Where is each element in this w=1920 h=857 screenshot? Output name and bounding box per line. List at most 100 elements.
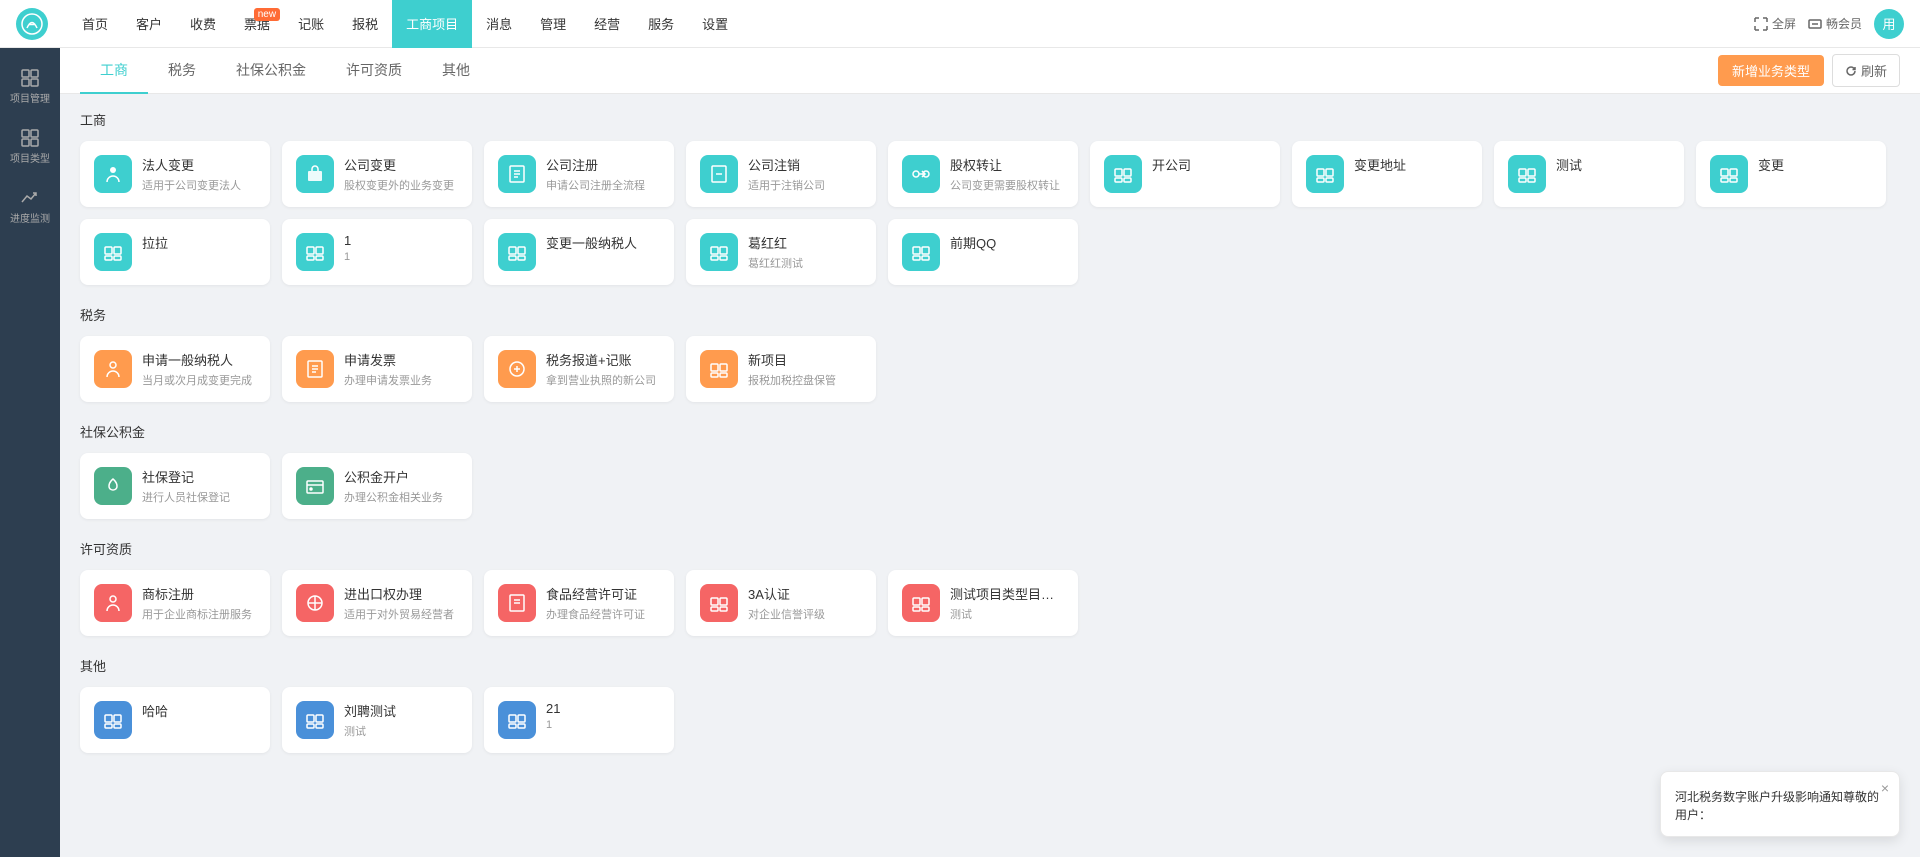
card-twentyone[interactable]: 21 1: [484, 687, 674, 753]
card-one[interactable]: 1 1: [282, 219, 472, 285]
nav-service[interactable]: 服务: [634, 0, 688, 48]
card-icon-twentyone: [498, 701, 536, 739]
card-icon-food-license: [498, 584, 536, 622]
card-icon-test-type: [902, 584, 940, 622]
tab-license[interactable]: 许可资质: [326, 48, 422, 94]
nav-operation[interactable]: 经营: [580, 0, 634, 48]
social-section: 社保公积金 社保登记 进行人员社保登记: [80, 422, 1900, 519]
card-info-legal-change: 法人变更 适用于公司变更法人: [142, 155, 256, 193]
card-name-change-tax: 变更一般纳税人: [546, 233, 660, 252]
card-liupeng-test[interactable]: 刘聘测试 测试: [282, 687, 472, 753]
other-card-grid: 哈哈 刘聘测试 测试: [80, 687, 1900, 753]
nav-manage[interactable]: 管理: [526, 0, 580, 48]
card-info-company-reg: 公司注册 申请公司注册全流程: [546, 155, 660, 193]
fullscreen-button[interactable]: 全屏: [1754, 15, 1796, 32]
card-name-food-license: 食品经营许可证: [546, 584, 660, 603]
card-icon-legal-change: [94, 155, 132, 193]
top-navigation: 首页 客户 收费 票据 new 记账 报税 工商项目 消息 管理 经营 服务 设…: [0, 0, 1920, 48]
card-social-reg[interactable]: 社保登记 进行人员社保登记: [80, 453, 270, 519]
member-button[interactable]: 畅会员: [1808, 15, 1862, 32]
card-info-one: 1 1: [344, 233, 458, 263]
card-info-fund-open: 公积金开户 办理公积金相关业务: [344, 467, 458, 505]
license-card-grid: 商标注册 用于企业商标注册服务 进出口权办理 适用于对外贸易经营者: [80, 570, 1900, 636]
card-icon-tax-report: [498, 350, 536, 388]
avatar[interactable]: 用: [1874, 9, 1904, 39]
tab-tax[interactable]: 税务: [148, 48, 216, 94]
card-icon-social-reg: [94, 467, 132, 505]
tax-section-title: 税务: [80, 305, 1900, 324]
new-type-button[interactable]: 新增业务类型: [1718, 55, 1824, 86]
sidebar-label-project-mgmt: 项目管理: [10, 94, 50, 106]
card-apply-tax[interactable]: 申请一般纳税人 当月或次月成变更完成: [80, 336, 270, 402]
card-info-open-company: 开公司: [1152, 155, 1266, 177]
social-section-title: 社保公积金: [80, 422, 1900, 441]
sidebar-item-progress[interactable]: 进度监测: [2, 178, 58, 234]
tax-section: 税务 申请一般纳税人 当月或次月成变更完成: [80, 305, 1900, 402]
nav-billing[interactable]: 收费: [176, 0, 230, 48]
card-food-license[interactable]: 食品经营许可证 办理食品经营许可证: [484, 570, 674, 636]
card-trademark[interactable]: 商标注册 用于企业商标注册服务: [80, 570, 270, 636]
card-desc-liupeng-test: 测试: [344, 723, 458, 739]
card-tax-report[interactable]: 税务报道+记账 拿到营业执照的新公司: [484, 336, 674, 402]
tab-industry[interactable]: 工商: [80, 48, 148, 94]
tab-other[interactable]: 其他: [422, 48, 490, 94]
card-icon-company-change: [296, 155, 334, 193]
card-change-address[interactable]: 变更地址: [1292, 141, 1482, 207]
card-name-3a-cert: 3A认证: [748, 584, 862, 603]
card-icon-change-address: [1306, 155, 1344, 193]
nav-client[interactable]: 客户: [122, 0, 176, 48]
card-change-tax[interactable]: 变更一般纳税人: [484, 219, 674, 285]
app-logo: [16, 8, 48, 40]
sub-tabs: 工商 税务 社保公积金 许可资质 其他 新增业务类型 刷新: [60, 48, 1920, 94]
card-info-liupeng-test: 刘聘测试 测试: [344, 701, 458, 739]
card-test-type[interactable]: 测试项目类型目定义 测试: [888, 570, 1078, 636]
card-company-cancel[interactable]: 公司注销 适用于注销公司: [686, 141, 876, 207]
card-info-lala: 拉拉: [142, 233, 256, 255]
notification-close-button[interactable]: ×: [1881, 780, 1889, 796]
sidebar-item-project-mgmt[interactable]: 项目管理: [2, 58, 58, 114]
nav-message[interactable]: 消息: [472, 0, 526, 48]
card-change2[interactable]: 变更: [1696, 141, 1886, 207]
refresh-button[interactable]: 刷新: [1832, 54, 1900, 87]
card-gehonghong[interactable]: 葛红红 葛红红测试: [686, 219, 876, 285]
card-desc-food-license: 办理食品经营许可证: [546, 606, 660, 622]
nav-industry[interactable]: 工商项目: [392, 0, 472, 48]
nav-tax[interactable]: 报税: [338, 0, 392, 48]
sidebar: 项目管理 项目类型 进度监测: [0, 48, 60, 857]
card-equity-transfer[interactable]: 股权转让 公司变更需要股权转让: [888, 141, 1078, 207]
card-company-change[interactable]: 公司变更 股权变更外的业务变更: [282, 141, 472, 207]
card-info-company-change: 公司变更 股权变更外的业务变更: [344, 155, 458, 193]
card-info-social-reg: 社保登记 进行人员社保登记: [142, 467, 256, 505]
main-layout: 项目管理 项目类型 进度监测: [0, 48, 1920, 857]
card-apply-invoice[interactable]: 申请发票 办理申请发票业务: [282, 336, 472, 402]
nav-invoice[interactable]: 票据 new: [230, 0, 284, 48]
card-desc-trademark: 用于企业商标注册服务: [142, 606, 256, 622]
license-section-title: 许可资质: [80, 539, 1900, 558]
card-haha[interactable]: 哈哈: [80, 687, 270, 753]
card-3a-cert[interactable]: 3A认证 对企业信誉评级: [686, 570, 876, 636]
card-new-project[interactable]: 新项目 报税加税控盘保管: [686, 336, 876, 402]
card-name-legal-change: 法人变更: [142, 155, 256, 174]
nav-home[interactable]: 首页: [68, 0, 122, 48]
tab-social[interactable]: 社保公积金: [216, 48, 326, 94]
card-test[interactable]: 测试: [1494, 141, 1684, 207]
card-open-company[interactable]: 开公司: [1090, 141, 1280, 207]
content-area: 工商 税务 社保公积金 许可资质 其他 新增业务类型 刷新 工商: [60, 48, 1920, 857]
card-lala[interactable]: 拉拉: [80, 219, 270, 285]
card-desc-one: 1: [344, 251, 458, 263]
nav-settings[interactable]: 设置: [688, 0, 742, 48]
card-info-change-address: 变更地址: [1354, 155, 1468, 177]
card-icon-haha: [94, 701, 132, 739]
card-company-reg[interactable]: 公司注册 申请公司注册全流程: [484, 141, 674, 207]
industry-section-title: 工商: [80, 110, 1900, 129]
card-name-fund-open: 公积金开户: [344, 467, 458, 486]
nav-accounting[interactable]: 记账: [284, 0, 338, 48]
card-import-export[interactable]: 进出口权办理 适用于对外贸易经营者: [282, 570, 472, 636]
refresh-icon: [1845, 65, 1857, 77]
sidebar-item-project-type[interactable]: 项目类型: [2, 118, 58, 174]
card-info-trademark: 商标注册 用于企业商标注册服务: [142, 584, 256, 622]
card-desc-3a-cert: 对企业信誉评级: [748, 606, 862, 622]
card-qianqi-qq[interactable]: 前期QQ: [888, 219, 1078, 285]
card-legal-change[interactable]: 法人变更 适用于公司变更法人: [80, 141, 270, 207]
card-fund-open[interactable]: 公积金开户 办理公积金相关业务: [282, 453, 472, 519]
